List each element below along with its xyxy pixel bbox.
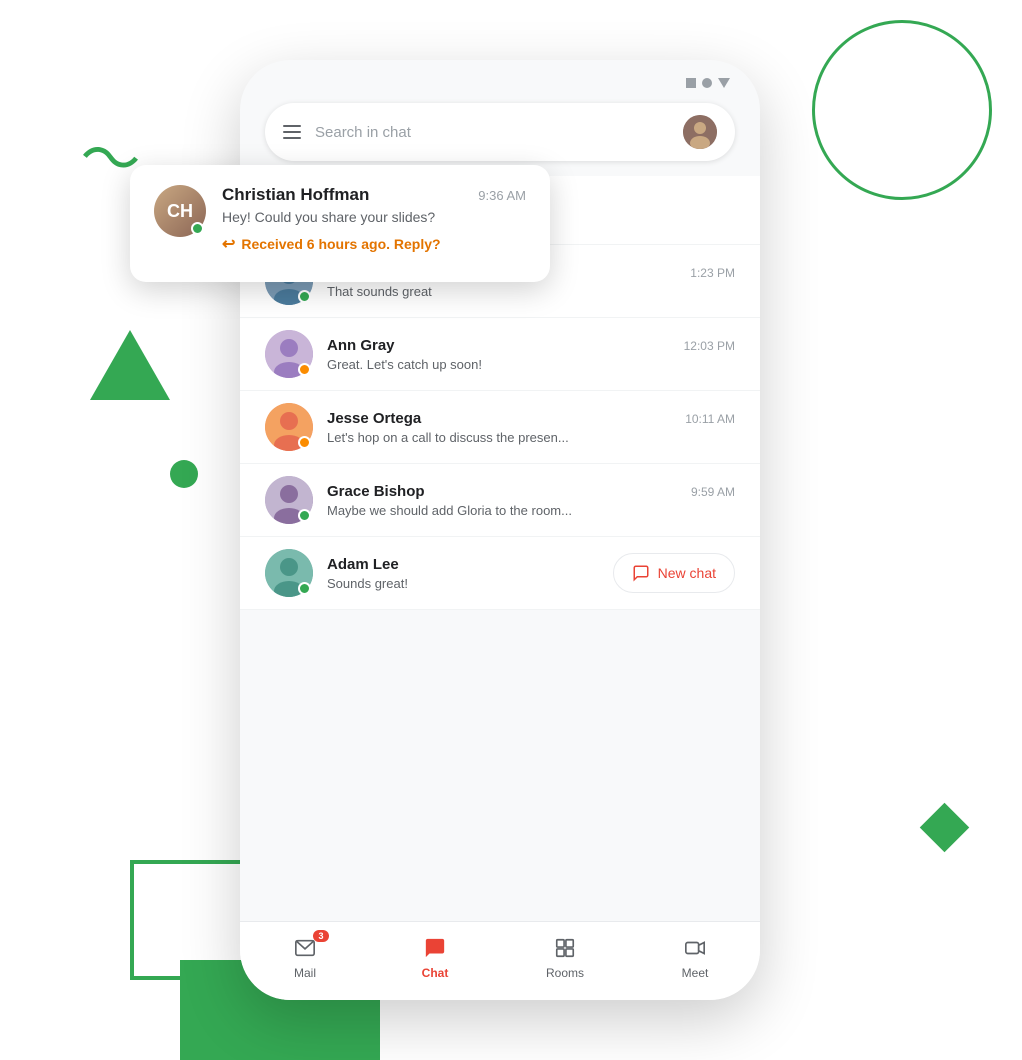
chat-time: 10:11 AM (685, 412, 735, 426)
new-chat-button[interactable]: New chat (613, 553, 735, 593)
search-placeholder: Search in chat (315, 124, 683, 141)
nav-item-mail[interactable]: 3 Mail (240, 934, 370, 980)
meet-icon (684, 937, 706, 959)
hamburger-menu-icon[interactable] (283, 125, 301, 139)
nav-item-chat[interactable]: Chat (370, 934, 500, 980)
search-bar[interactable]: Search in chat (265, 103, 735, 161)
chat-icon (424, 937, 446, 959)
avatar-wrap (265, 403, 313, 451)
status-indicator (298, 290, 311, 303)
notif-sender-avatar: CH (154, 185, 206, 237)
chat-contact-name: Ann Gray (327, 337, 395, 354)
nav-label-chat: Chat (422, 966, 449, 980)
bg-diamond-decoration (920, 803, 969, 852)
rooms-icon (554, 937, 576, 959)
status-icon-square (686, 78, 696, 88)
notification-popup: CH Christian Hoffman 9:36 AM Hey! Could … (130, 165, 550, 282)
nav-label-rooms: Rooms (546, 966, 584, 980)
notif-time: 9:36 AM (478, 188, 526, 203)
bg-dot-decoration (170, 460, 198, 488)
chat-preview-text: Sounds great! (327, 576, 599, 591)
avatar-wrap (265, 549, 313, 597)
list-item[interactable]: Adam Lee Sounds great! New chat (240, 537, 760, 610)
status-indicator (298, 436, 311, 449)
bg-triangle-decoration (90, 330, 170, 400)
nav-icon-wrap-rooms (545, 934, 585, 962)
status-indicator (298, 509, 311, 522)
chat-preview-text: Great. Let's catch up soon! (327, 357, 735, 372)
chat-item-content: Adam Lee Sounds great! (327, 556, 599, 591)
user-avatar[interactable] (683, 115, 717, 149)
chat-time: 1:23 PM (690, 266, 735, 280)
phone-status-bar (240, 60, 760, 98)
chat-preview-text: That sounds great (327, 284, 735, 299)
status-icon-triangle (718, 78, 730, 88)
new-chat-icon (632, 564, 650, 582)
bottom-navigation: 3 Mail Chat Rooms (240, 921, 760, 1000)
chat-time: 9:59 AM (691, 485, 735, 499)
status-indicator (298, 582, 311, 595)
notif-sender-name: Christian Hoffman (222, 185, 369, 205)
mail-badge: 3 (313, 930, 329, 942)
nav-label-meet: Meet (682, 966, 709, 980)
notif-status-dot (191, 222, 204, 235)
chat-contact-name: Adam Lee (327, 556, 399, 573)
status-icon-circle (702, 78, 712, 88)
nav-icon-wrap-meet (675, 934, 715, 962)
notif-action[interactable]: ↩ Received 6 hours ago. Reply? (222, 234, 526, 254)
nav-label-mail: Mail (294, 966, 316, 980)
avatar-wrap (265, 476, 313, 524)
chat-contact-name: Jesse Ortega (327, 410, 421, 427)
status-indicator (298, 363, 311, 376)
chat-time: 12:03 PM (684, 339, 735, 353)
list-item[interactable]: Grace Bishop 9:59 AM Maybe we should add… (240, 464, 760, 537)
avatar-wrap (265, 330, 313, 378)
list-item[interactable]: Ann Gray 12:03 PM Great. Let's catch up … (240, 318, 760, 391)
list-item[interactable]: Jesse Ortega 10:11 AM Let's hop on a cal… (240, 391, 760, 464)
bg-circle-decoration (812, 20, 992, 200)
chat-item-content: Ann Gray 12:03 PM Great. Let's catch up … (327, 337, 735, 372)
nav-item-rooms[interactable]: Rooms (500, 934, 630, 980)
nav-item-meet[interactable]: Meet (630, 934, 760, 980)
chat-contact-name: Grace Bishop (327, 483, 425, 500)
reply-arrow-icon: ↩ (222, 234, 235, 254)
nav-icon-wrap-mail: 3 (285, 934, 325, 962)
chat-preview-text: Let's hop on a call to discuss the prese… (327, 430, 735, 445)
chat-item-content: Grace Bishop 9:59 AM Maybe we should add… (327, 483, 735, 518)
nav-icon-wrap-chat (415, 934, 455, 962)
new-chat-label: New chat (658, 565, 716, 581)
notif-message: Hey! Could you share your slides? (222, 208, 526, 228)
notif-action-text: Received 6 hours ago. Reply? (241, 236, 440, 252)
chat-item-content: Jesse Ortega 10:11 AM Let's hop on a cal… (327, 410, 735, 445)
chat-preview-text: Maybe we should add Gloria to the room..… (327, 503, 735, 518)
mail-icon (294, 937, 316, 959)
